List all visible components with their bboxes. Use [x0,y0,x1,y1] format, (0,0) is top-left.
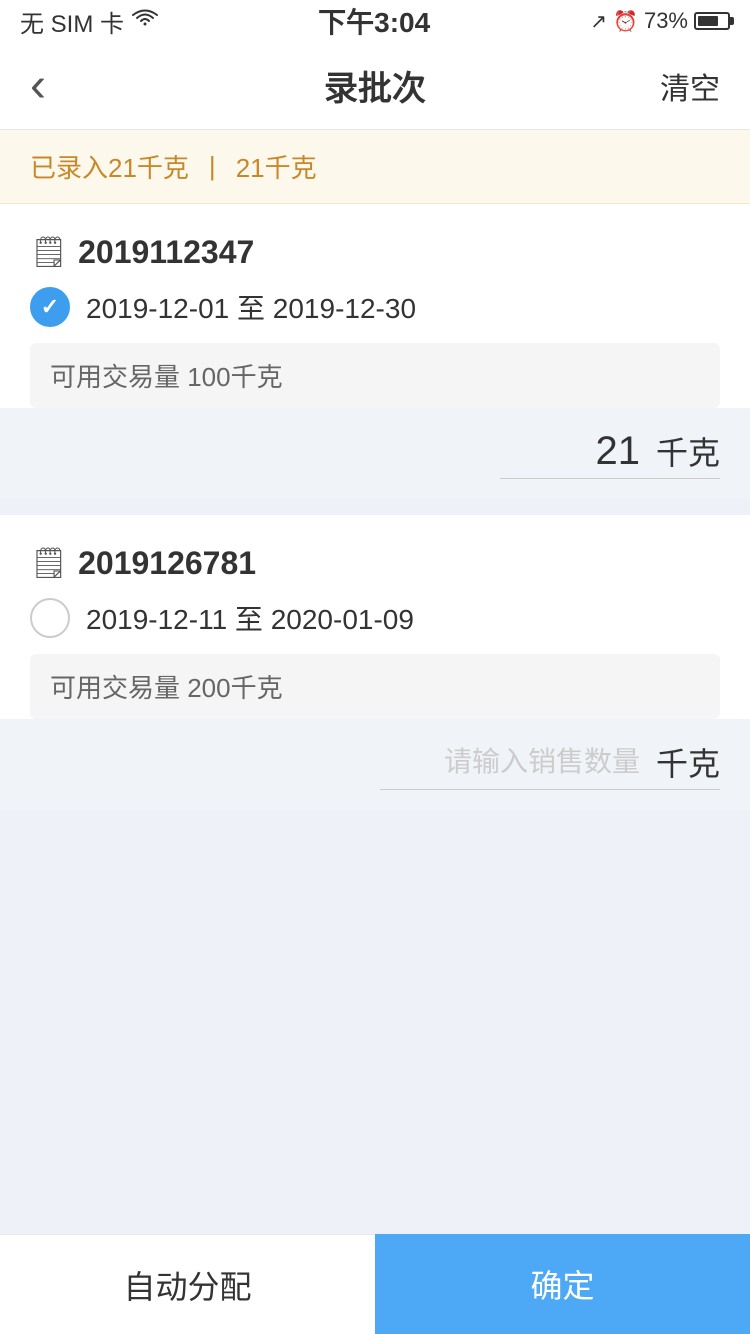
batch-id-2: 2019126781 [78,545,256,582]
batch-date-row-2: 2019-12-11 至 2020-01-09 [30,598,720,638]
no-sim-text: 无 SIM 卡 [20,4,124,39]
qty-unit-2: 千克 [656,739,720,785]
batch-id-1: 2019112347 [78,234,254,271]
section-separator-2 [0,810,750,826]
section-separator-1 [0,499,750,515]
summary-total: 21千克 [236,148,317,185]
batch-header-1: 🗒 2019112347 [30,234,720,271]
alarm-icon: ⏰ [613,9,638,34]
batch-date-row-1: ✓ 2019-12-01 至 2019-12-30 [30,287,720,327]
avail-label-1: 可用交易量 100千克 [30,343,720,408]
location-icon: ↗ [590,9,607,34]
avail-label-2: 可用交易量 200千克 [30,654,720,719]
status-right: ↗ ⏰ 73% [590,8,730,34]
battery-percent: 73% [644,8,688,34]
batch-card-1: 🗒 2019112347 ✓ 2019-12-01 至 2019-12-30 可… [0,204,750,408]
summary-recorded: 已录入21千克 [30,148,189,185]
batch-header-2: 🗒 2019126781 [30,545,720,582]
radio-2[interactable] [30,598,70,638]
page-title: 录批次 [324,61,426,110]
summary-divider: | [209,151,216,182]
check-icon-1: ✓ [41,294,59,320]
batch-card-2: 🗒 2019126781 2019-12-11 至 2020-01-09 可用交… [0,515,750,719]
qty-unit-1: 千克 [656,428,720,474]
qty-input-1[interactable] [520,429,640,474]
clear-button[interactable]: 清空 [660,64,720,108]
radio-1[interactable]: ✓ [30,287,70,327]
bottom-empty-area [0,826,750,1246]
batch-doc-icon-2: 🗒 [30,546,68,581]
batch-date-2: 2019-12-11 至 2020-01-09 [86,598,414,638]
back-button[interactable]: ‹ [30,58,90,113]
confirm-button[interactable]: 确定 [375,1234,750,1334]
nav-bar: ‹ 录批次 清空 [0,42,750,130]
qty-input-2[interactable] [360,746,640,778]
batch-doc-icon-1: 🗒 [30,235,68,270]
input-row-1: 千克 [0,408,750,499]
status-bar: 无 SIM 卡 下午3:04 ↗ ⏰ 73% [0,0,750,42]
bottom-bar: 自动分配 确定 [0,1234,750,1334]
auto-distribute-button[interactable]: 自动分配 [0,1234,375,1334]
summary-bar: 已录入21千克 | 21千克 [0,130,750,204]
wifi-icon [132,7,158,35]
battery-icon [694,12,730,30]
status-left: 无 SIM 卡 [20,4,158,39]
input-row-2: 千克 [0,719,750,810]
status-time: 下午3:04 [318,1,430,41]
batch-date-1: 2019-12-01 至 2019-12-30 [86,287,416,327]
